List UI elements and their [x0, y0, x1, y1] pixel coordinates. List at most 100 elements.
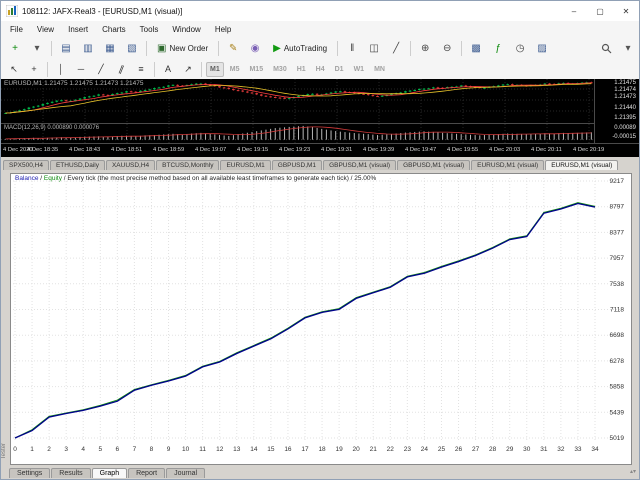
tester-graph-box[interactable]: 0 1 2 3 4 5 6 7 8 9 10 11 12 13 14 15 16 17 18 19 20 21 22 23 24…: [10, 173, 632, 465]
minimize-button[interactable]: –: [561, 1, 587, 21]
autotrading-button[interactable]: ▶ AutoTrading: [267, 39, 333, 59]
timeframe-d1[interactable]: D1: [331, 62, 348, 77]
chart-tab-3[interactable]: BTCUSD,Monthly: [156, 160, 220, 170]
timeframe-h1[interactable]: H1: [293, 62, 310, 77]
data-window-icon[interactable]: ▥: [78, 39, 98, 59]
chart-tab-4[interactable]: EURUSD,M1: [220, 160, 271, 170]
tester-panel: Tester 0 1 2 3 4 5 6 7 8 9 10 11 12 13 14 15 16 17 18 19 20 2…: [1, 170, 639, 479]
toolbar-separator: [410, 41, 412, 56]
vertical-line-icon[interactable]: │: [52, 61, 70, 78]
chart-area[interactable]: EURUSD,M1 1.21475 1.21475 1.21473 1.2147…: [1, 79, 639, 158]
timeframe-m1[interactable]: M1: [206, 62, 224, 77]
timeframe-w1[interactable]: W1: [350, 62, 369, 77]
tester-tab-report[interactable]: Report: [128, 468, 166, 478]
arrows-tool-icon: ↗: [184, 64, 192, 74]
close-button[interactable]: ✕: [613, 1, 639, 21]
indicators-icon[interactable]: ƒ: [488, 39, 508, 59]
candlestick-chart-icon[interactable]: ◫: [364, 39, 384, 59]
indicators-icon: ƒ: [495, 42, 501, 54]
time-label: 4 Dec 19:39: [363, 147, 395, 153]
tester-graph[interactable]: 0 1 2 3 4 5 6 7 8 9 10 11 12 13 14 15 16 17 18 19 20 21 22 23 24…: [11, 174, 629, 462]
channel-icon[interactable]: ∥: [112, 61, 130, 78]
toolbar-separator: [218, 41, 220, 56]
arrows-tool-icon[interactable]: ↗: [179, 61, 197, 78]
svg-text:9217: 9217: [610, 178, 625, 185]
timeframe-m15[interactable]: M15: [245, 62, 267, 77]
zoom-out-icon[interactable]: ⊖: [437, 39, 457, 59]
chart-tab-7[interactable]: GBPUSD,M1 (visual): [397, 160, 471, 170]
market-watch-icon[interactable]: ▤: [56, 39, 76, 59]
cursor-icon[interactable]: ↖: [5, 61, 23, 78]
price-tag: 1.21474: [614, 87, 636, 93]
timeframe-m30[interactable]: M30: [269, 62, 291, 77]
timeframe-h4[interactable]: H4: [312, 62, 329, 77]
svg-text:8797: 8797: [610, 204, 625, 211]
terminal-icon[interactable]: ▧: [122, 39, 142, 59]
vertical-line-icon: │: [58, 64, 64, 74]
terminal-icon: ▧: [127, 42, 137, 54]
search-icon[interactable]: [596, 39, 616, 59]
tester-tab-settings[interactable]: Settings: [9, 468, 51, 478]
menu-tools[interactable]: Tools: [133, 24, 166, 35]
chart-tab-5[interactable]: GBPUSD,M1: [271, 160, 323, 170]
menu-file[interactable]: File: [3, 24, 30, 35]
svg-text:12: 12: [216, 446, 224, 453]
menu-insert[interactable]: Insert: [61, 24, 95, 35]
periods-icon[interactable]: ◷: [510, 39, 530, 59]
toolbar-more-icon: ▾: [625, 42, 631, 54]
menu-charts[interactable]: Charts: [95, 24, 133, 35]
profiles-icon[interactable]: ▾: [27, 39, 47, 59]
tester-legend: Balance / Equity / Every tick (the most …: [15, 175, 376, 182]
crosshair-icon[interactable]: +: [25, 61, 43, 78]
fibonacci-icon[interactable]: ≡: [132, 61, 150, 78]
horizontal-line-icon[interactable]: ─: [72, 61, 90, 78]
tester-tab-results[interactable]: Results: [51, 468, 91, 478]
line-chart-icon[interactable]: ╱: [386, 39, 406, 59]
maximize-button[interactable]: ▢: [587, 1, 613, 21]
svg-text:2: 2: [47, 446, 51, 453]
legend-equity: Equity: [43, 175, 62, 182]
navigator-icon[interactable]: ▦: [100, 39, 120, 59]
expert-advisors-icon: ◉: [250, 42, 260, 54]
svg-text:4: 4: [81, 446, 85, 453]
bar-chart-icon[interactable]: ‖: [342, 39, 362, 59]
new-order-button[interactable]: ▣ New Order: [151, 39, 214, 59]
price-axis-label: 1.21395: [614, 115, 636, 121]
new-order-button-label: New Order: [169, 44, 209, 53]
text-tool-icon: A: [164, 64, 171, 74]
time-label: 4 Dec 19:47: [405, 147, 437, 153]
menu-window[interactable]: Window: [165, 24, 207, 35]
new-chart-icon: +: [12, 42, 18, 54]
macd-axis-label: -0.00015: [612, 134, 636, 140]
chart-tab-6[interactable]: GBPUSD,M1 (visual): [323, 160, 397, 170]
timeframe-m5[interactable]: M5: [226, 62, 244, 77]
autotrading-button-label: AutoTrading: [283, 44, 328, 53]
trendline-icon[interactable]: ╱: [92, 61, 110, 78]
menu-help[interactable]: Help: [208, 24, 238, 35]
svg-text:11: 11: [199, 446, 206, 453]
chart-tab-2[interactable]: XAUUSD,H4: [105, 160, 156, 170]
zoom-in-icon[interactable]: ⊕: [415, 39, 435, 59]
chart-tab-1[interactable]: ETHUSD,Daily: [49, 160, 105, 170]
svg-text:32: 32: [557, 446, 565, 453]
chart-tab-8[interactable]: EURUSD,M1 (visual): [471, 160, 545, 170]
time-label: 4 Dec 18:59: [153, 147, 185, 153]
templates-icon[interactable]: ▨: [532, 39, 552, 59]
chart-tab-9[interactable]: EURUSD,M1 (visual): [545, 160, 619, 170]
timeframe-mn[interactable]: MN: [370, 62, 389, 77]
svg-text:19: 19: [336, 446, 344, 453]
toolbar-main: + ▾ ▤ ▥ ▦ ▧ ▣ New Order ✎ ◉ ▶ AutoTrading ‖ ◫ ╱ ⊕ ⊖ ▩ ƒ ◷ ▨ ▾: [1, 37, 639, 61]
expert-advisors-icon[interactable]: ◉: [245, 39, 265, 59]
tester-tab-graph[interactable]: Graph: [91, 468, 128, 478]
metaeditor-icon[interactable]: ✎: [223, 39, 243, 59]
toolbar-separator: [337, 41, 339, 56]
scroll-arrows[interactable]: ▴▾: [630, 468, 636, 475]
tile-windows-icon[interactable]: ▩: [466, 39, 486, 59]
menu-view[interactable]: View: [30, 24, 61, 35]
toolbar-more-icon[interactable]: ▾: [618, 39, 638, 59]
chart-tab-0[interactable]: SPX500,H4: [3, 160, 49, 170]
time-axis: 4 Dec 2020 4 Dec 18:35 4 Dec 18:43 4 Dec 18…: [1, 143, 639, 158]
text-tool-icon[interactable]: A: [159, 61, 177, 78]
tester-tab-journal[interactable]: Journal: [166, 468, 206, 478]
new-chart-icon[interactable]: +: [5, 39, 25, 59]
